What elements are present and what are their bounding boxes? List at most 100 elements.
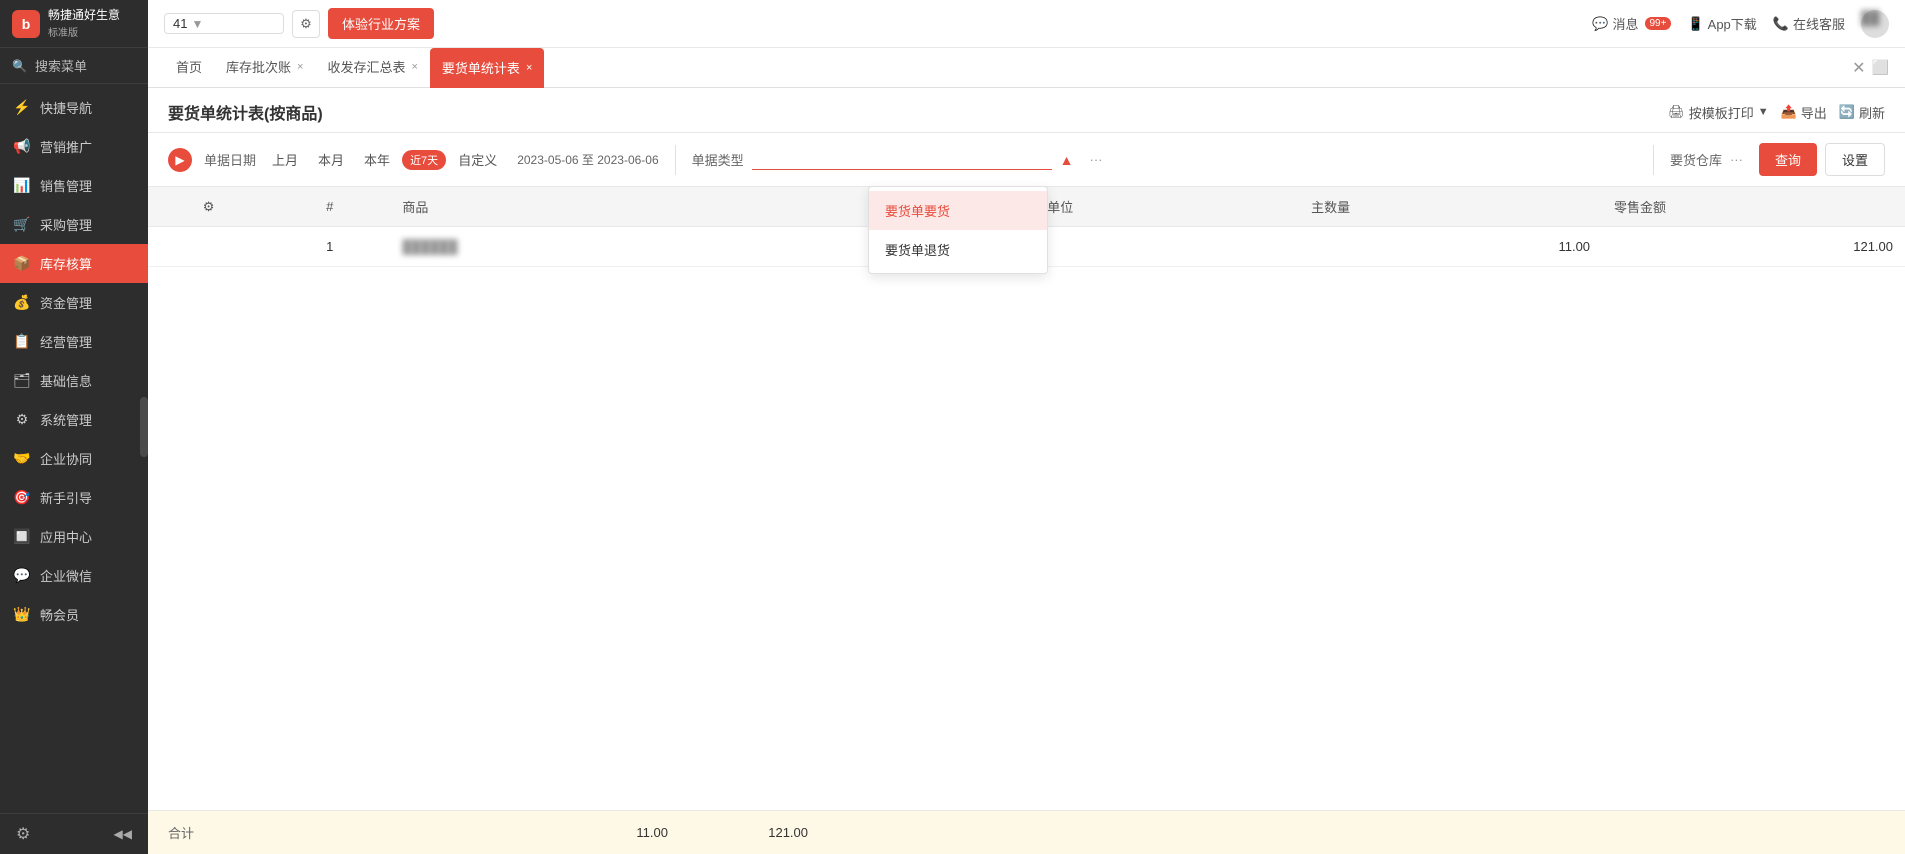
tab-label: 库存批次账 — [226, 57, 291, 76]
tab-close-icon[interactable]: × — [411, 61, 417, 73]
sidebar-item-operation[interactable]: 📋 经营管理 — [0, 322, 148, 361]
sidebar-item-label: 系统管理 — [40, 410, 136, 429]
collapse-icon[interactable]: ◀◀ — [114, 827, 132, 841]
inventory-icon: 📦 — [12, 255, 32, 272]
tab-home[interactable]: 首页 — [164, 48, 214, 88]
tab-bar-close-icon[interactable]: ✕ — [1852, 58, 1865, 78]
date-buttons: 上月 本月 本年 近7天 自定义 — [264, 147, 505, 172]
mobile-icon: 📱 — [1687, 16, 1703, 32]
gear-button[interactable]: ⚙ — [292, 10, 320, 38]
type-filter-input[interactable] — [752, 150, 1052, 170]
col-settings[interactable]: ⚙ — [148, 187, 269, 227]
refresh-action[interactable]: 🔄 刷新 — [1839, 103, 1885, 122]
tab-recv-summary[interactable]: 收发存汇总表 × — [315, 48, 429, 88]
col-qty: 主数量 — [1299, 187, 1602, 227]
app-edition: 标准版 — [48, 24, 120, 39]
sidebar-item-enterprise[interactable]: 🤝 企业协同 — [0, 439, 148, 478]
export-icon: 📤 — [1781, 104, 1797, 120]
type-dots-icon[interactable]: ··· — [1090, 152, 1103, 167]
sidebar-search[interactable]: 🔍 搜索菜单 — [0, 48, 148, 84]
tab-close-icon[interactable]: × — [297, 61, 303, 73]
sidebar-item-label: 销售管理 — [40, 176, 136, 195]
footer-qty: 11.00 — [548, 825, 668, 840]
basic-icon: 🗂 — [12, 372, 32, 389]
settings-icon[interactable]: ⚙ — [16, 824, 30, 844]
chevron-down-icon: ▼ — [191, 17, 203, 31]
messages-action[interactable]: 💬 消息 99+ — [1592, 14, 1671, 33]
header-right: 💬 消息 99+ 📱 App下载 📞 在线客服 ██ — [1592, 10, 1889, 38]
app-download-label: App下载 — [1708, 14, 1757, 33]
date-range-display: 2023-05-06 至 2023-06-06 — [517, 151, 658, 168]
type-dropdown: 要货单要货 要货单退货 — [868, 186, 1048, 274]
dropdown-item-requisition-return[interactable]: 要货单退货 — [869, 230, 1047, 269]
sidebar-item-finance[interactable]: 💰 资金管理 — [0, 283, 148, 322]
tab-label: 首页 — [176, 57, 202, 76]
quick-nav-icon: ⚡ — [12, 99, 32, 116]
filter-expand-button[interactable]: ▶ — [168, 148, 192, 172]
avatar[interactable]: ██ — [1861, 10, 1889, 38]
export-label: 导出 — [1801, 103, 1827, 122]
industry-button[interactable]: 体验行业方案 — [328, 8, 434, 39]
date-btn-this-month[interactable]: 本月 — [310, 147, 352, 172]
date-filter-label: 单据日期 — [204, 150, 256, 169]
date-btn-last-month[interactable]: 上月 — [264, 147, 306, 172]
expand-icon: ▶ — [175, 153, 184, 167]
sidebar-search-label: 搜索菜单 — [35, 56, 87, 75]
messages-label: 消息 — [1612, 14, 1638, 33]
sidebar-item-basic[interactable]: 🗂 基础信息 — [0, 361, 148, 400]
tab-bar: 首页 库存批次账 × 收发存汇总表 × 要货单统计表 × ✕ ⬜ — [148, 48, 1905, 88]
operation-icon: 📋 — [12, 333, 32, 350]
dropdown-item-requisition-order[interactable]: 要货单要货 — [869, 191, 1047, 230]
date-btn-custom[interactable]: 自定义 — [450, 147, 505, 172]
date-btn-this-year[interactable]: 本年 — [356, 147, 398, 172]
tab-bar-expand-icon[interactable]: ⬜ — [1872, 59, 1889, 76]
tab-close-icon[interactable]: × — [526, 62, 532, 74]
sidebar-item-label: 应用中心 — [40, 527, 136, 546]
online-service-action[interactable]: 📞 在线客服 — [1773, 14, 1845, 33]
sidebar-item-quick-nav[interactable]: ⚡ 快捷导航 — [0, 88, 148, 127]
app-logo-icon: b — [12, 10, 40, 38]
page-actions: 🖨 按模板打印 ▼ 📤 导出 🔄 刷新 — [1668, 103, 1885, 122]
sidebar-item-label: 库存核算 — [40, 254, 136, 273]
system-icon: ⚙ — [12, 411, 32, 428]
sidebar-item-newbie[interactable]: 🎯 新手引导 — [0, 478, 148, 517]
type-arrow-icon[interactable]: ▲ — [1060, 152, 1074, 168]
cell-qty: 11.00 — [1299, 227, 1602, 267]
sidebar-item-label: 企业微信 — [40, 566, 136, 585]
sidebar-item-inventory[interactable]: 📦 库存核算 — [0, 244, 148, 283]
sidebar-item-wechat[interactable]: 💬 企业微信 — [0, 556, 148, 595]
table-settings-icon: ⚙ — [203, 199, 215, 214]
warehouse-dots-icon[interactable]: ··· — [1730, 152, 1743, 167]
filter-buttons: 查询 设置 — [1759, 143, 1885, 176]
message-icon: 💬 — [1592, 16, 1608, 32]
date-btn-7days[interactable]: 近7天 — [402, 150, 446, 170]
table-wrapper: ⚙ # 商品 主计量单位 主数量 零售金额 1 ██████ — [148, 187, 1905, 810]
tab-requisition[interactable]: 要货单统计表 × — [430, 48, 544, 88]
tab-inventory-batch[interactable]: 库存批次账 × — [214, 48, 315, 88]
warehouse-filter-label: 要货仓库 — [1670, 150, 1722, 169]
tab-selector[interactable]: 41 ▼ — [164, 13, 284, 34]
header-left: 41 ▼ ⚙ 体验行业方案 — [164, 8, 434, 39]
query-button[interactable]: 查询 — [1759, 143, 1817, 176]
app-download-action[interactable]: 📱 App下载 — [1687, 14, 1756, 33]
filter-setting-button[interactable]: 设置 — [1825, 143, 1885, 176]
sidebar-item-system[interactable]: ⚙ 系统管理 — [0, 400, 148, 439]
sidebar-item-label: 经营管理 — [40, 332, 136, 351]
sidebar-item-purchase[interactable]: 🛒 采购管理 — [0, 205, 148, 244]
tab-label: 收发存汇总表 — [327, 57, 405, 76]
sidebar-item-sales[interactable]: 📊 销售管理 — [0, 166, 148, 205]
col-rownum: # — [269, 187, 390, 227]
top-header: 41 ▼ ⚙ 体验行业方案 💬 消息 99+ 📱 App下载 📞 在线客服 ██ — [148, 0, 1905, 48]
page-title: 要货单统计表(按商品) — [168, 100, 323, 124]
date-filter-section: 单据日期 上月 本月 本年 近7天 自定义 2023-05-06 至 2023-… — [204, 147, 659, 172]
sidebar-item-app-center[interactable]: 🔲 应用中心 — [0, 517, 148, 556]
col-amount: 零售金额 — [1602, 187, 1905, 227]
table-footer: 合计 11.00 121.00 — [148, 810, 1905, 854]
purchase-icon: 🛒 — [12, 216, 32, 233]
warehouse-filter-section: 要货仓库 ··· — [1670, 150, 1743, 169]
print-action[interactable]: 🖨 按模板打印 ▼ — [1668, 103, 1768, 122]
sidebar-item-member[interactable]: 👑 畅会员 — [0, 595, 148, 634]
sidebar-item-marketing[interactable]: 📢 营销推广 — [0, 127, 148, 166]
export-action[interactable]: 📤 导出 — [1781, 103, 1827, 122]
sidebar-item-label: 畅会员 — [40, 605, 136, 624]
